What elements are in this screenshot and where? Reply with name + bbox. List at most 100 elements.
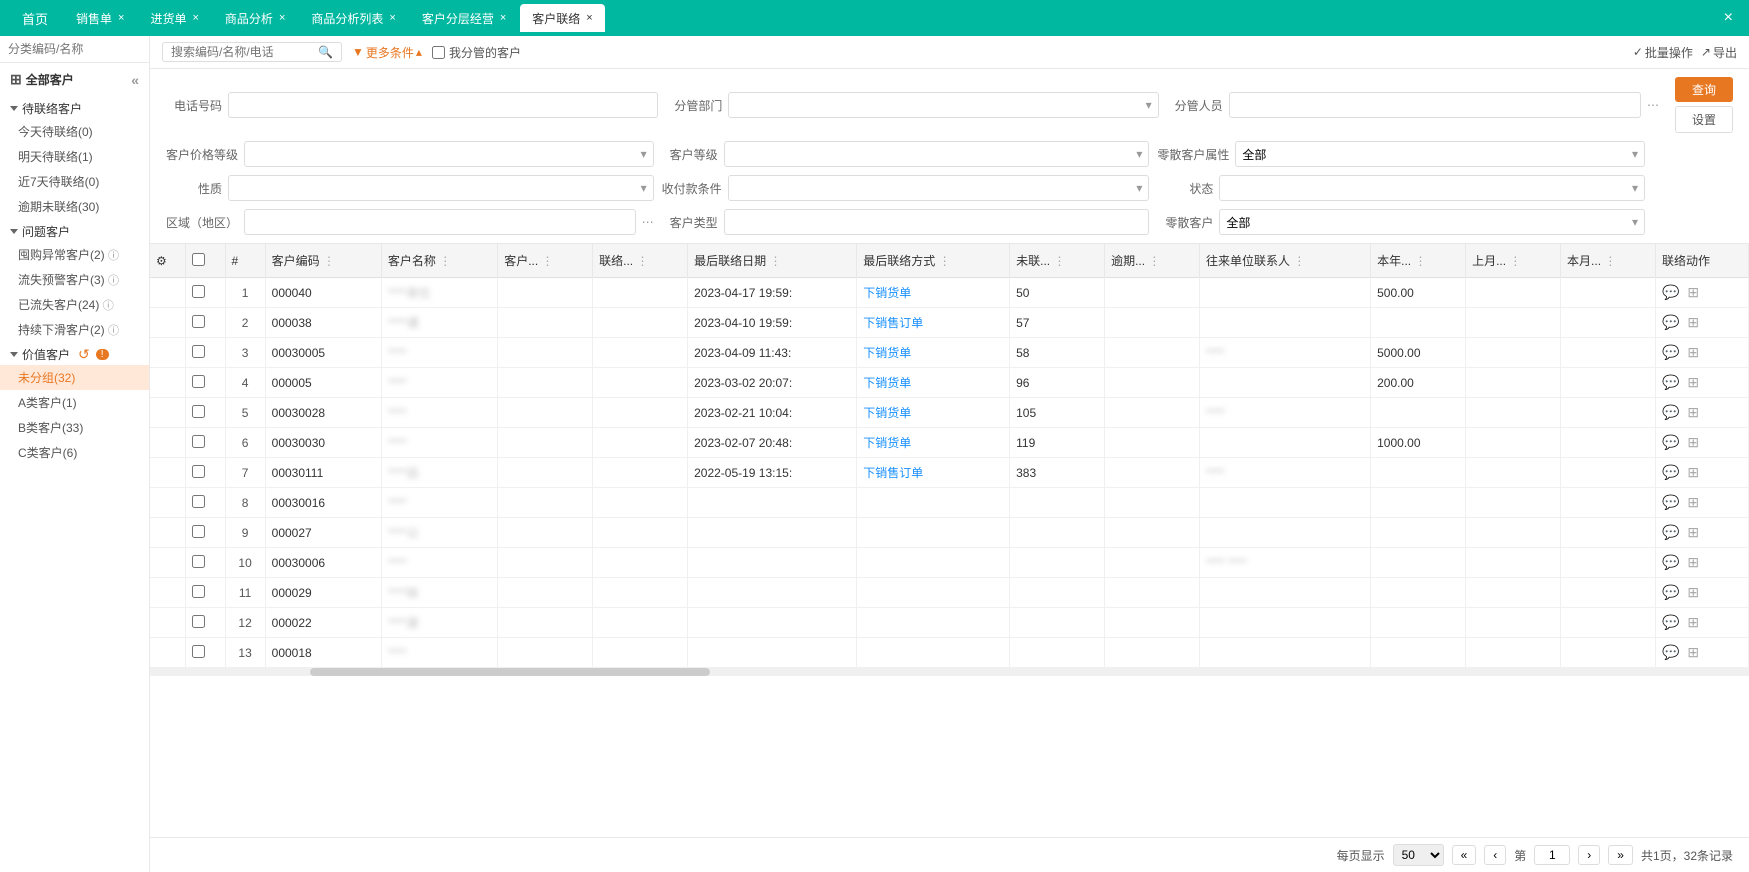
row-checkbox-5[interactable] bbox=[192, 435, 205, 448]
sidebar-item-overdue[interactable]: 逾期未联络(30) bbox=[0, 194, 149, 219]
sidebar-item-today[interactable]: 今天待联络(0) bbox=[0, 119, 149, 144]
row-checkbox-4[interactable] bbox=[192, 405, 205, 418]
person-dots[interactable]: ⋯ bbox=[1647, 98, 1659, 112]
last-page-btn[interactable]: » bbox=[1608, 845, 1633, 865]
row-checkbox-9[interactable] bbox=[192, 555, 205, 568]
sidebar-all-customers[interactable]: ⊞ 全部客户 « bbox=[0, 63, 149, 96]
chat-icon-1[interactable]: 💬 bbox=[1662, 314, 1679, 331]
status-select[interactable]: ▾ bbox=[1219, 175, 1645, 201]
cell-last-method-9[interactable] bbox=[857, 548, 1010, 578]
col-code[interactable]: 客户编码 ⋮ bbox=[265, 244, 381, 278]
sidebar-item-c-class[interactable]: C类客户(6) bbox=[0, 440, 149, 465]
cell-check-8[interactable] bbox=[185, 518, 225, 548]
row-checkbox-7[interactable] bbox=[192, 495, 205, 508]
chat-icon-8[interactable]: 💬 bbox=[1662, 524, 1679, 541]
retail-attr-select[interactable]: 全部 ▾ bbox=[1235, 141, 1645, 167]
col-last-month[interactable]: 上月... ⋮ bbox=[1466, 244, 1561, 278]
col-name[interactable]: 客户名称 ⋮ bbox=[381, 244, 497, 278]
row-checkbox-3[interactable] bbox=[192, 375, 205, 388]
sidebar-item-churned[interactable]: 已流失客户(24) ⓘ bbox=[0, 292, 149, 317]
chat-icon-6[interactable]: 💬 bbox=[1662, 464, 1679, 481]
chat-icon-12[interactable]: 💬 bbox=[1662, 644, 1679, 661]
phone-input[interactable] bbox=[228, 92, 658, 118]
per-page-select[interactable]: 50 100 bbox=[1393, 844, 1444, 866]
nav-tab-sales[interactable]: 销售单 × bbox=[64, 4, 136, 32]
cell-last-method-7[interactable] bbox=[857, 488, 1010, 518]
chat-icon-2[interactable]: 💬 bbox=[1662, 344, 1679, 361]
row-checkbox-2[interactable] bbox=[192, 345, 205, 358]
nature-select[interactable]: ▾ bbox=[228, 175, 654, 201]
page-input[interactable] bbox=[1534, 845, 1570, 865]
cell-check-11[interactable] bbox=[185, 608, 225, 638]
close-purchase-tab[interactable]: × bbox=[192, 12, 198, 24]
last-method-link-1[interactable]: 下销售订单 bbox=[863, 316, 923, 330]
sidebar-item-tomorrow[interactable]: 明天待联络(1) bbox=[0, 144, 149, 169]
row-checkbox-0[interactable] bbox=[192, 285, 205, 298]
customer-type-input[interactable] bbox=[724, 209, 1150, 235]
scrollbar-thumb[interactable] bbox=[310, 668, 710, 676]
cell-last-method-5[interactable]: 下销货单 bbox=[857, 428, 1010, 458]
nav-tab-purchase[interactable]: 进货单 × bbox=[138, 4, 210, 32]
more-icon-2[interactable]: ⊞ bbox=[1687, 344, 1699, 361]
chat-icon-3[interactable]: 💬 bbox=[1662, 374, 1679, 391]
more-icon-10[interactable]: ⊞ bbox=[1687, 584, 1699, 601]
col-overdue[interactable]: 逾期... ⋮ bbox=[1105, 244, 1200, 278]
region-input[interactable] bbox=[244, 209, 636, 235]
horizontal-scrollbar[interactable] bbox=[150, 668, 1749, 676]
close-analysis-tab[interactable]: × bbox=[279, 12, 285, 24]
my-customers-checkbox[interactable]: 我分管的客户 bbox=[432, 44, 521, 61]
nav-tab-analysis[interactable]: 商品分析 × bbox=[213, 4, 297, 32]
col-settings[interactable]: ⚙ bbox=[150, 244, 185, 278]
close-customer-contact-tab[interactable]: × bbox=[586, 12, 592, 24]
cell-last-method-10[interactable] bbox=[857, 578, 1010, 608]
person-input[interactable] bbox=[1229, 92, 1641, 118]
row-checkbox-1[interactable] bbox=[192, 315, 205, 328]
col-this-month[interactable]: 本月... ⋮ bbox=[1561, 244, 1656, 278]
sidebar-item-declining[interactable]: 持续下滑客户(2) ⓘ bbox=[0, 317, 149, 342]
close-analysis-list-tab[interactable]: × bbox=[389, 12, 395, 24]
row-checkbox-11[interactable] bbox=[192, 615, 205, 628]
sidebar-item-abnormal[interactable]: 囤购异常客户(2) ⓘ bbox=[0, 242, 149, 267]
nav-tab-customer-contact[interactable]: 客户联络 × bbox=[520, 4, 604, 32]
refresh-icon[interactable]: ↺ bbox=[78, 346, 90, 363]
more-icon-0[interactable]: ⊞ bbox=[1687, 284, 1699, 301]
last-method-link-2[interactable]: 下销货单 bbox=[863, 346, 911, 360]
more-icon-6[interactable]: ⊞ bbox=[1687, 464, 1699, 481]
sidebar-section-problem[interactable]: 问题客户 bbox=[0, 219, 149, 242]
cell-check-2[interactable] bbox=[185, 338, 225, 368]
more-icon-8[interactable]: ⊞ bbox=[1687, 524, 1699, 541]
cell-last-method-3[interactable]: 下销货单 bbox=[857, 368, 1010, 398]
batch-op-btn[interactable]: ✓ 批量操作 bbox=[1633, 44, 1693, 61]
nav-tab-analysis-list[interactable]: 商品分析列表 × bbox=[299, 4, 407, 32]
sidebar-item-churn-warning[interactable]: 流失预警客户(3) ⓘ bbox=[0, 267, 149, 292]
more-icon-11[interactable]: ⊞ bbox=[1687, 614, 1699, 631]
cell-check-12[interactable] bbox=[185, 638, 225, 668]
cell-check-9[interactable] bbox=[185, 548, 225, 578]
more-icon-4[interactable]: ⊞ bbox=[1687, 404, 1699, 421]
cell-check-10[interactable] bbox=[185, 578, 225, 608]
more-icon-7[interactable]: ⊞ bbox=[1687, 494, 1699, 511]
last-method-link-3[interactable]: 下销货单 bbox=[863, 376, 911, 390]
chat-icon-9[interactable]: 💬 bbox=[1662, 554, 1679, 571]
price-grade-select[interactable]: ▾ bbox=[244, 141, 654, 167]
customer-grade-select[interactable]: ▾ bbox=[724, 141, 1150, 167]
next-page-btn[interactable]: › bbox=[1578, 845, 1600, 865]
last-method-link-0[interactable]: 下销货单 bbox=[863, 286, 911, 300]
more-icon-1[interactable]: ⊞ bbox=[1687, 314, 1699, 331]
cell-last-method-2[interactable]: 下销货单 bbox=[857, 338, 1010, 368]
select-all-checkbox[interactable] bbox=[192, 253, 205, 266]
sidebar-search-input[interactable] bbox=[8, 42, 150, 56]
col-contact[interactable]: 联络... ⋮ bbox=[593, 244, 688, 278]
col-year-amount[interactable]: 本年... ⋮ bbox=[1371, 244, 1466, 278]
filter-search-input[interactable] bbox=[171, 45, 314, 59]
cell-last-method-12[interactable] bbox=[857, 638, 1010, 668]
row-checkbox-8[interactable] bbox=[192, 525, 205, 538]
chat-icon-0[interactable]: 💬 bbox=[1662, 284, 1679, 301]
sidebar-section-pending[interactable]: 待联络客户 bbox=[0, 96, 149, 119]
close-customer-tier-tab[interactable]: × bbox=[500, 12, 506, 24]
chat-icon-11[interactable]: 💬 bbox=[1662, 614, 1679, 631]
col-check[interactable] bbox=[185, 244, 225, 278]
cell-check-1[interactable] bbox=[185, 308, 225, 338]
last-method-link-6[interactable]: 下销售订单 bbox=[863, 466, 923, 480]
nav-home[interactable]: 首页 bbox=[8, 9, 62, 28]
